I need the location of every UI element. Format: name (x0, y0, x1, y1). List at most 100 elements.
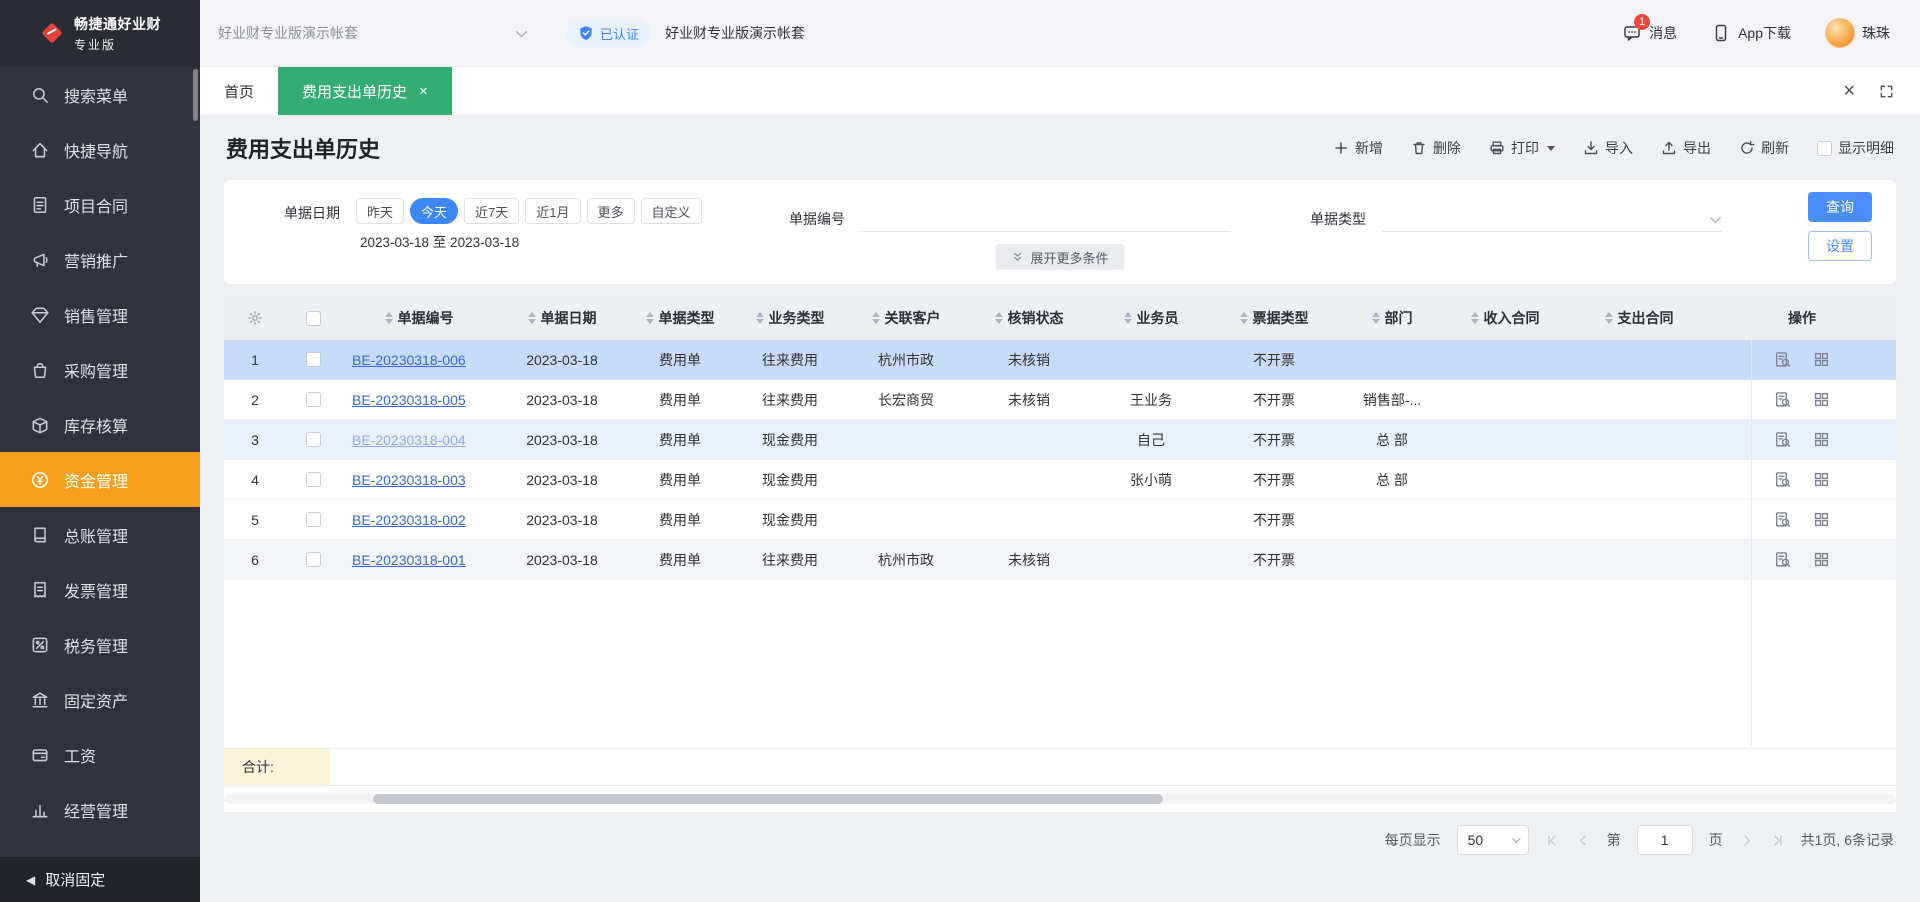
preview-icon[interactable] (1774, 471, 1791, 488)
sidebar-scrollbar[interactable] (193, 69, 198, 121)
sidebar-item-sales[interactable]: 销售管理 (0, 287, 200, 342)
sidebar-item-assets[interactable]: 固定资产 (0, 672, 200, 727)
sidebar-item-contract[interactable]: 项目合同 (0, 177, 200, 232)
column-header-doctype[interactable]: 单据类型 (626, 296, 734, 340)
row-checkbox[interactable] (305, 512, 321, 527)
preview-icon[interactable] (1774, 551, 1791, 568)
header-select-all[interactable] (286, 296, 340, 340)
unpin-sidebar-button[interactable]: ◀ 取消固定 (0, 857, 200, 902)
table-row[interactable]: 1 BE-20230318-006 2023-03-18 费用单 往来费用 杭州市政 未核销… (224, 340, 1896, 380)
export-button[interactable]: 导出 (1661, 138, 1711, 158)
column-settings-gear-icon[interactable] (224, 296, 286, 340)
show-detail-checkbox[interactable] (1817, 140, 1832, 156)
tab-home[interactable]: 首页 (200, 67, 278, 115)
date-option-2[interactable]: 近7天 (464, 198, 520, 224)
sidebar-item-salary[interactable]: 工资 (0, 727, 200, 782)
sidebar-item-home[interactable]: 快捷导航 (0, 122, 200, 177)
row-number: 4 (251, 471, 259, 488)
table-row[interactable]: 5 BE-20230318-002 2023-03-18 费用单 现金费用 不开票 (224, 500, 1896, 540)
horizontal-scrollbar-thumb[interactable] (373, 794, 1163, 804)
query-button[interactable]: 查询 (1808, 192, 1872, 222)
next-page-button[interactable] (1739, 833, 1754, 848)
column-header-verify[interactable]: 核销状态 (966, 296, 1092, 340)
sidebar-item-inventory[interactable]: 库存核算 (0, 397, 200, 452)
more-grid-icon[interactable] (1813, 551, 1830, 568)
column-header-ticket[interactable]: 票据类型 (1210, 296, 1338, 340)
table-row[interactable]: 6 BE-20230318-001 2023-03-18 费用单 往来费用 杭州市政 未核销… (224, 540, 1896, 580)
preview-icon[interactable] (1774, 431, 1791, 448)
column-header-salesman[interactable]: 业务员 (1092, 296, 1210, 340)
page-number-input[interactable] (1636, 825, 1693, 855)
column-header-dept[interactable]: 部门 (1338, 296, 1446, 340)
table-row[interactable]: 4 BE-20230318-003 2023-03-18 费用单 现金费用 张小萌 不开票 总… (224, 460, 1896, 500)
sidebar-item-tax[interactable]: 税务管理 (0, 617, 200, 672)
select-all-checkbox[interactable] (305, 310, 321, 326)
more-grid-icon[interactable] (1813, 511, 1830, 528)
sidebar-item-ledger[interactable]: 总账管理 (0, 507, 200, 562)
column-header-income[interactable]: 收入合同 (1446, 296, 1564, 340)
user-menu[interactable]: 珠珠 (1825, 18, 1890, 48)
column-header-customer[interactable]: 关联客户 (846, 296, 966, 340)
row-checkbox[interactable] (305, 432, 321, 447)
table-row[interactable]: 2 BE-20230318-005 2023-03-18 费用单 往来费用 长宏商贸 未核销… (224, 380, 1896, 420)
doc-no-link[interactable]: BE-20230318-003 (352, 472, 466, 488)
delete-button[interactable]: 删除 (1411, 138, 1461, 158)
row-checkbox[interactable] (305, 552, 321, 567)
sidebar-item-marketing[interactable]: 营销推广 (0, 232, 200, 287)
sidebar-item-misc[interactable]: 小微记账 (0, 837, 200, 857)
last-page-button[interactable] (1770, 833, 1785, 848)
sidebar-item-search[interactable]: 搜索菜单 (0, 67, 200, 122)
fullscreen-icon[interactable] (1879, 84, 1894, 99)
close-icon[interactable]: × (1843, 81, 1855, 101)
sidebar-item-purchase[interactable]: 采购管理 (0, 342, 200, 397)
doc-no-link[interactable]: BE-20230318-005 (352, 392, 466, 408)
sidebar-item-funds[interactable]: 资金管理 (0, 452, 200, 507)
column-header-expense[interactable]: 支出合同 (1564, 296, 1714, 340)
close-tab-icon[interactable]: × (419, 83, 428, 100)
date-option-3[interactable]: 近1月 (525, 198, 581, 224)
date-option-0[interactable]: 昨天 (356, 198, 405, 224)
settings-button[interactable]: 设置 (1808, 231, 1872, 261)
messages-button[interactable]: 消息 1 (1622, 14, 1677, 43)
first-page-button[interactable] (1545, 833, 1560, 848)
row-checkbox[interactable] (305, 392, 321, 407)
column-header-biztype[interactable]: 业务类型 (734, 296, 846, 340)
more-grid-icon[interactable] (1813, 431, 1830, 448)
more-grid-icon[interactable] (1813, 391, 1830, 408)
row-checkbox[interactable] (305, 352, 321, 367)
sidebar-item-invoice[interactable]: 发票管理 (0, 562, 200, 617)
expand-more-button[interactable]: 展开更多条件 (995, 244, 1125, 270)
doc-no-link[interactable]: BE-20230318-004 (352, 432, 466, 448)
more-grid-icon[interactable] (1813, 351, 1830, 368)
preview-icon[interactable] (1774, 351, 1791, 368)
date-option-5[interactable]: 自定义 (640, 198, 702, 224)
app-download-button[interactable]: App下载 (1711, 23, 1791, 43)
sidebar-item-operations[interactable]: 经营管理 (0, 782, 200, 837)
preview-icon[interactable] (1774, 511, 1791, 528)
show-detail-toggle[interactable]: 显示明细 (1817, 138, 1894, 158)
column-header-docno[interactable]: 单据编号 (340, 296, 498, 340)
tab-expense-history[interactable]: 费用支出单历史 × (278, 67, 452, 115)
preview-icon[interactable] (1774, 391, 1791, 408)
more-grid-icon[interactable] (1813, 471, 1830, 488)
table-row[interactable]: 3 BE-20230318-004 2023-03-18 费用单 现金费用 自己 不开票 总 … (224, 420, 1896, 460)
date-range-value[interactable]: 2023-03-18 至 2023-03-18 (356, 231, 708, 251)
refresh-button[interactable]: 刷新 (1739, 138, 1789, 158)
print-button[interactable]: 打印 (1489, 138, 1555, 158)
add-button[interactable]: 新增 (1333, 138, 1383, 158)
cell-biz_type: 往来费用 (762, 351, 818, 368)
doc-no-link[interactable]: BE-20230318-006 (352, 352, 466, 368)
account-selector[interactable]: 好业财专业版演示帐套 (218, 23, 528, 43)
row-checkbox[interactable] (305, 472, 321, 487)
doc-no-input[interactable] (861, 206, 1231, 232)
per-page-select[interactable]: 50 (1456, 825, 1529, 855)
import-button[interactable]: 导入 (1583, 138, 1633, 158)
doc-type-select[interactable] (1382, 206, 1722, 232)
prev-page-button[interactable] (1576, 833, 1591, 848)
column-header-date[interactable]: 单据日期 (498, 296, 626, 340)
doc-no-link[interactable]: BE-20230318-001 (352, 552, 466, 568)
date-option-1[interactable]: 今天 (410, 198, 459, 224)
horizontal-scrollbar[interactable] (224, 794, 1896, 804)
doc-no-link[interactable]: BE-20230318-002 (352, 512, 466, 528)
date-option-4[interactable]: 更多 (586, 198, 635, 224)
